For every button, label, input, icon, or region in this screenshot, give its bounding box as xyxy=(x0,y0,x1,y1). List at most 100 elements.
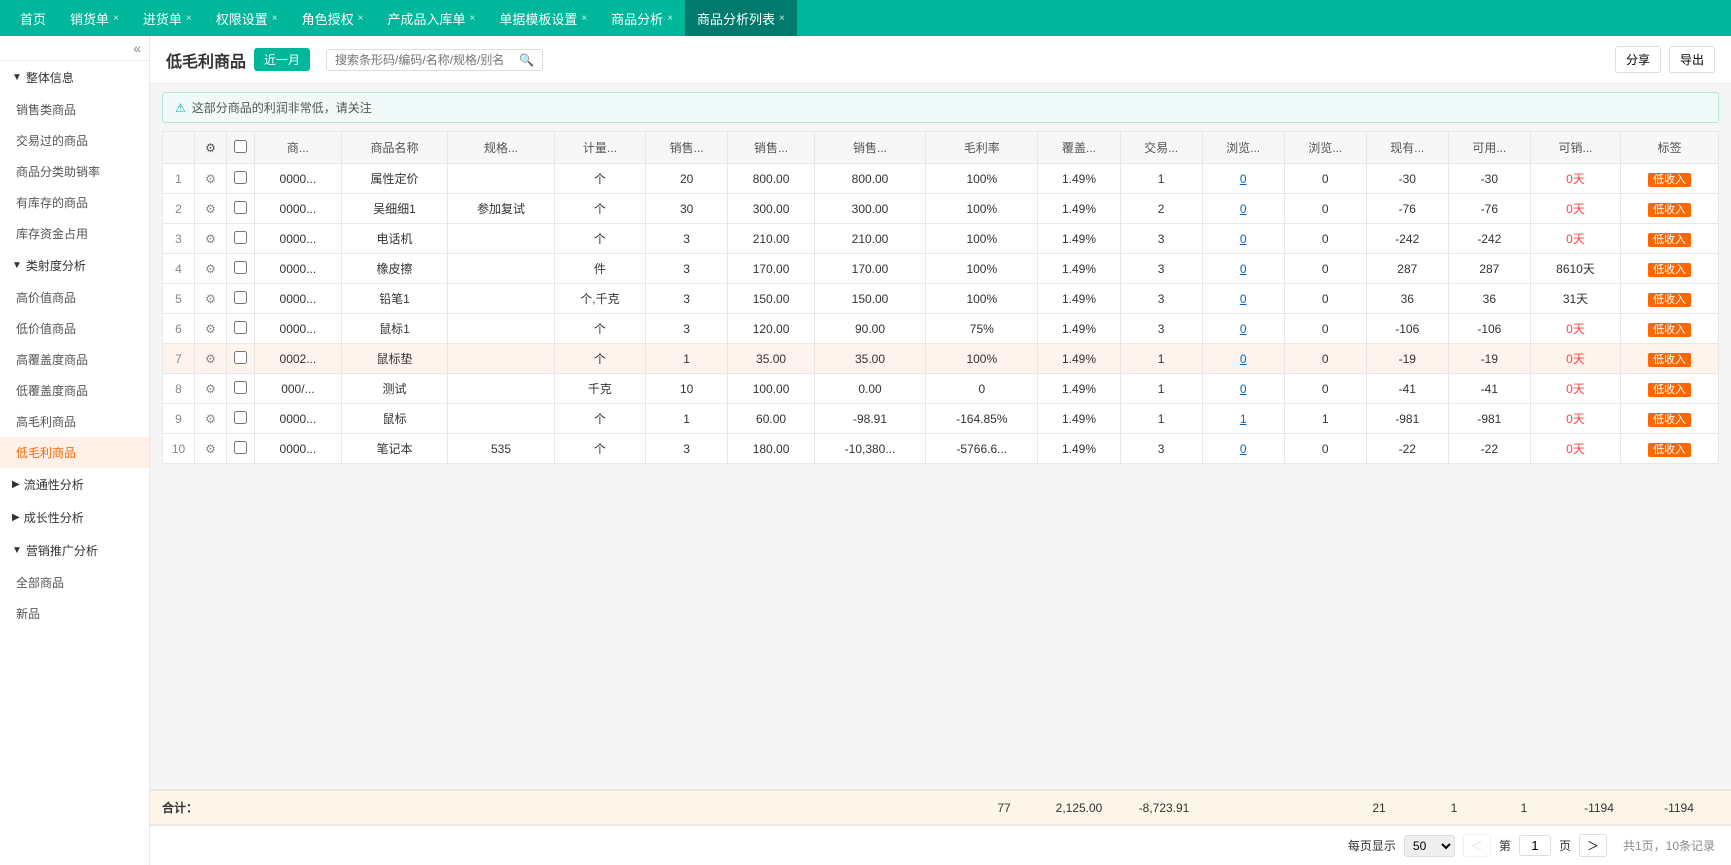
view1-col-header[interactable]: 浏览... xyxy=(1202,132,1284,164)
row-settings-cell[interactable]: ⚙ xyxy=(195,224,227,254)
prev-page-button[interactable]: ＜ xyxy=(1463,834,1491,857)
row-settings-cell[interactable]: ⚙ xyxy=(195,194,227,224)
row-settings-cell[interactable]: ⚙ xyxy=(195,344,227,374)
sidebar-item-低覆盖度商品[interactable]: 低覆盖度商品 xyxy=(0,375,149,406)
row-view1-cell[interactable]: 0 xyxy=(1202,314,1284,344)
row-view1-cell[interactable]: 0 xyxy=(1202,284,1284,314)
row-checkbox-cell[interactable] xyxy=(227,164,255,194)
row-view1-cell[interactable]: 0 xyxy=(1202,254,1284,284)
nav-item-首页[interactable]: 首页 xyxy=(8,0,58,36)
row-checkbox[interactable] xyxy=(234,351,247,364)
sidebar-group-成长性分析[interactable]: ▶成长性分析 xyxy=(0,501,149,534)
sales-qty-col-header[interactable]: 销售... xyxy=(646,132,728,164)
code-col-header[interactable]: 商... xyxy=(255,132,342,164)
row-view1-cell[interactable]: 0 xyxy=(1202,344,1284,374)
row-view1-cell[interactable]: 0 xyxy=(1202,194,1284,224)
sidebar-item-高覆盖度商品[interactable]: 高覆盖度商品 xyxy=(0,344,149,375)
search-input[interactable] xyxy=(335,53,515,67)
close-tab-icon[interactable]: × xyxy=(186,13,192,24)
page-number-input[interactable] xyxy=(1519,835,1551,856)
unit-col-header[interactable]: 计量... xyxy=(554,132,645,164)
checkbox-col-header[interactable] xyxy=(227,132,255,164)
stock-current-col-header[interactable]: 现有... xyxy=(1366,132,1448,164)
sidebar-item-低价值商品[interactable]: 低价值商品 xyxy=(0,313,149,344)
name-col-header[interactable]: 商品名称 xyxy=(341,132,448,164)
sales-profit-col-header[interactable]: 销售... xyxy=(814,132,925,164)
sidebar-item-销售类商品[interactable]: 销售类商品 xyxy=(0,94,149,125)
row-view1-cell[interactable]: 0 xyxy=(1202,224,1284,254)
row-checkbox-cell[interactable] xyxy=(227,434,255,464)
row-checkbox-cell[interactable] xyxy=(227,194,255,224)
time-filter-button[interactable]: 近一月 xyxy=(254,48,310,71)
nav-item-权限设置[interactable]: 权限设置× xyxy=(204,0,290,36)
spec-col-header[interactable]: 规格... xyxy=(448,132,555,164)
row-settings-cell[interactable]: ⚙ xyxy=(195,314,227,344)
sidebar-item-库存资金占用[interactable]: 库存资金占用 xyxy=(0,218,149,249)
row-checkbox[interactable] xyxy=(234,231,247,244)
sales-amount-col-header[interactable]: 销售... xyxy=(728,132,815,164)
tag-col-header[interactable]: 标签 xyxy=(1621,132,1719,164)
row-settings-cell[interactable]: ⚙ xyxy=(195,374,227,404)
nav-item-产成品入库单[interactable]: 产成品入库单× xyxy=(375,0,487,36)
sidebar-group-流通性分析[interactable]: ▶流通性分析 xyxy=(0,468,149,501)
row-settings-cell[interactable]: ⚙ xyxy=(195,254,227,284)
close-tab-icon[interactable]: × xyxy=(779,13,785,24)
sidebar-group-营销推广分析[interactable]: ▼营销推广分析 xyxy=(0,534,149,567)
row-checkbox[interactable] xyxy=(234,291,247,304)
sidebar-item-有库存的商品[interactable]: 有库存的商品 xyxy=(0,187,149,218)
sidebar-item-交易过的商品[interactable]: 交易过的商品 xyxy=(0,125,149,156)
row-checkbox[interactable] xyxy=(234,171,247,184)
nav-item-销货单[interactable]: 销货单× xyxy=(58,0,131,36)
stock-available-col-header[interactable]: 可用... xyxy=(1448,132,1530,164)
row-view1-cell[interactable]: 0 xyxy=(1202,374,1284,404)
row-settings-cell[interactable]: ⚙ xyxy=(195,164,227,194)
row-view1-cell[interactable]: 0 xyxy=(1202,434,1284,464)
select-all-checkbox[interactable] xyxy=(234,140,247,153)
sidebar-item-全部商品[interactable]: 全部商品 xyxy=(0,567,149,598)
close-tab-icon[interactable]: × xyxy=(272,13,278,24)
nav-item-商品分析[interactable]: 商品分析× xyxy=(599,0,685,36)
sidebar-item-高毛利商品[interactable]: 高毛利商品 xyxy=(0,406,149,437)
row-checkbox-cell[interactable] xyxy=(227,254,255,284)
close-tab-icon[interactable]: × xyxy=(113,13,119,24)
nav-item-单据模板设置[interactable]: 单据模板设置× xyxy=(487,0,599,36)
row-settings-cell[interactable]: ⚙ xyxy=(195,404,227,434)
gross-margin-col-header[interactable]: 毛利率 xyxy=(926,132,1038,164)
sidebar-item-低毛利商品[interactable]: 低毛利商品 xyxy=(0,437,149,468)
close-tab-icon[interactable]: × xyxy=(358,13,364,24)
sidebar-item-新品[interactable]: 新品 xyxy=(0,598,149,629)
row-checkbox-cell[interactable] xyxy=(227,374,255,404)
sidebar-group-类射度分析[interactable]: ▼类射度分析 xyxy=(0,249,149,282)
sidebar-collapse-button[interactable]: « xyxy=(129,40,145,56)
row-checkbox-cell[interactable] xyxy=(227,314,255,344)
nav-item-角色授权[interactable]: 角色授权× xyxy=(290,0,376,36)
view2-col-header[interactable]: 浏览... xyxy=(1284,132,1366,164)
row-checkbox[interactable] xyxy=(234,201,247,214)
nav-item-商品分析列表[interactable]: 商品分析列表× xyxy=(685,0,797,36)
row-checkbox-cell[interactable] xyxy=(227,344,255,374)
row-checkbox[interactable] xyxy=(234,411,247,424)
row-checkbox[interactable] xyxy=(234,441,247,454)
close-tab-icon[interactable]: × xyxy=(667,13,673,24)
close-tab-icon[interactable]: × xyxy=(469,13,475,24)
coverage-col-header[interactable]: 覆盖... xyxy=(1038,132,1120,164)
row-settings-cell[interactable]: ⚙ xyxy=(195,284,227,314)
close-tab-icon[interactable]: × xyxy=(581,13,587,24)
row-checkbox[interactable] xyxy=(234,381,247,394)
sidebar-item-高价值商品[interactable]: 高价值商品 xyxy=(0,282,149,313)
per-page-select[interactable]: 50 20 100 xyxy=(1404,835,1455,857)
export-button[interactable]: 导出 xyxy=(1669,46,1715,73)
sellable-days-col-header[interactable]: 可销... xyxy=(1530,132,1620,164)
search-icon[interactable]: 🔍 xyxy=(519,53,534,67)
row-checkbox-cell[interactable] xyxy=(227,404,255,434)
row-checkbox[interactable] xyxy=(234,321,247,334)
next-page-button[interactable]: ＞ xyxy=(1579,834,1607,857)
trade-count-col-header[interactable]: 交易... xyxy=(1120,132,1202,164)
settings-col-header[interactable]: ⚙ xyxy=(195,132,227,164)
row-settings-cell[interactable]: ⚙ xyxy=(195,434,227,464)
row-checkbox-cell[interactable] xyxy=(227,284,255,314)
row-checkbox-cell[interactable] xyxy=(227,224,255,254)
row-view1-cell[interactable]: 1 xyxy=(1202,404,1284,434)
sidebar-item-商品分类助销率[interactable]: 商品分类助销率 xyxy=(0,156,149,187)
nav-item-进货单[interactable]: 进货单× xyxy=(131,0,204,36)
